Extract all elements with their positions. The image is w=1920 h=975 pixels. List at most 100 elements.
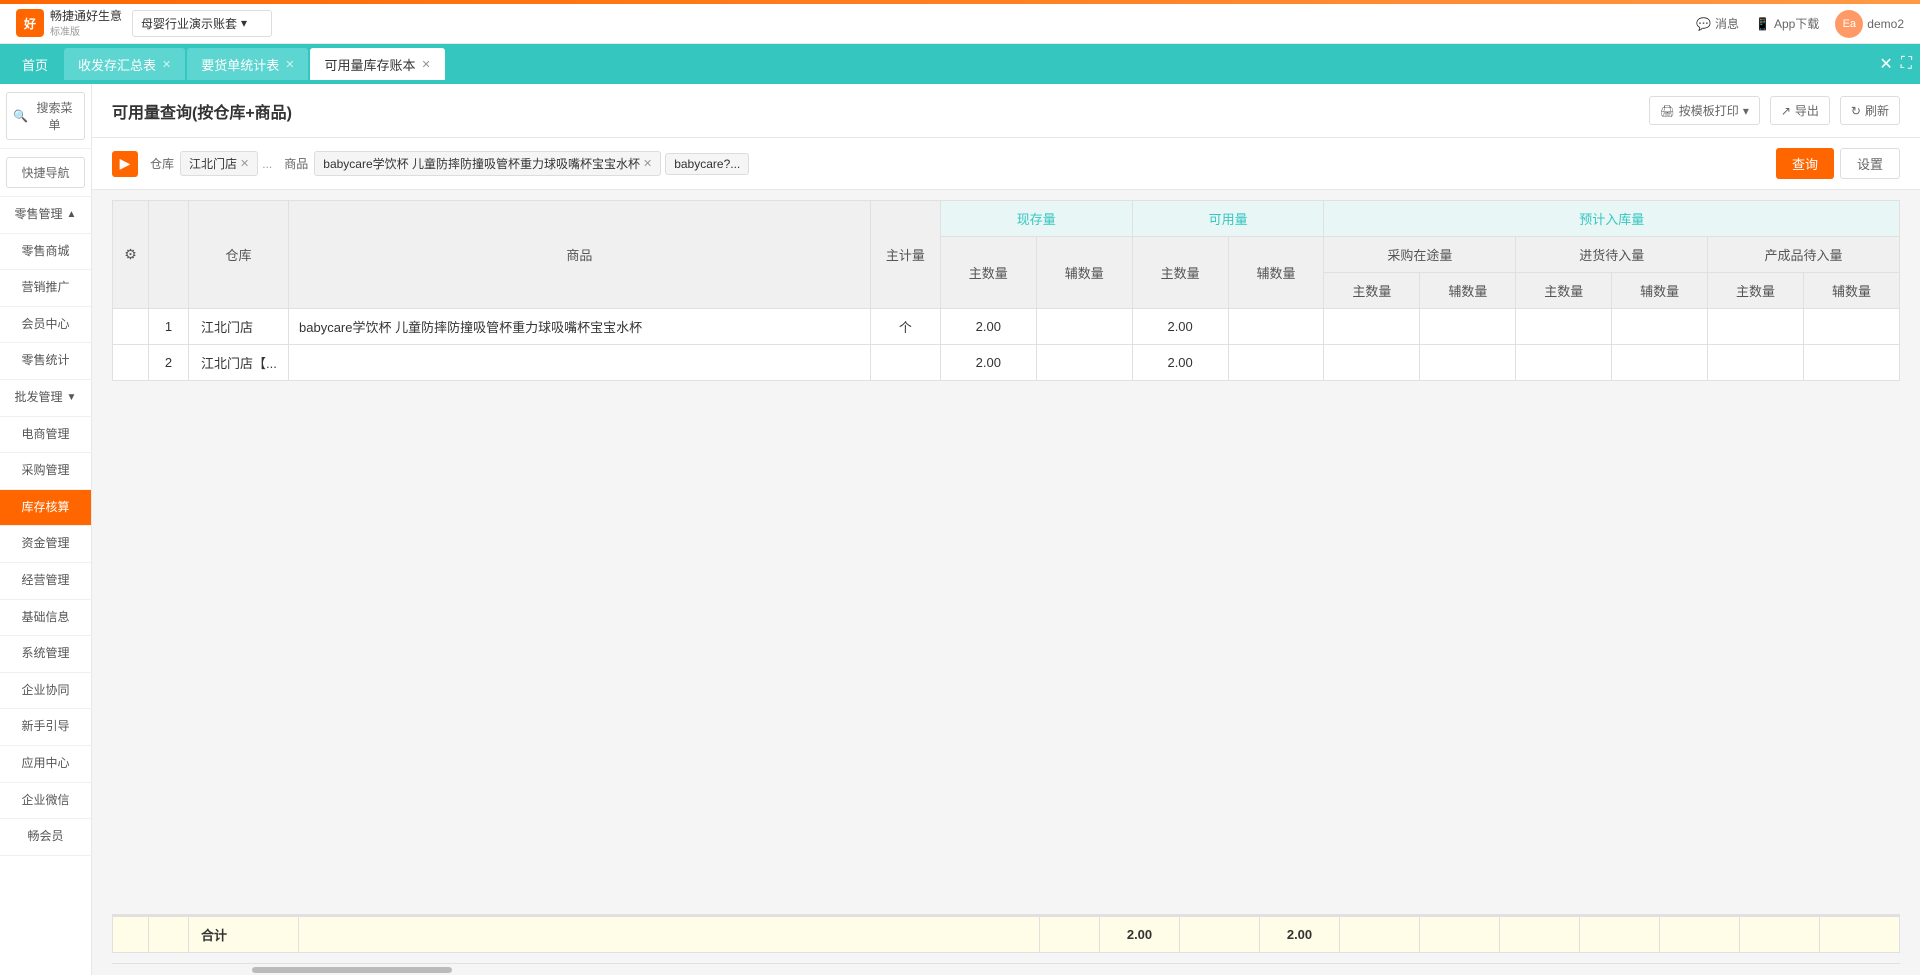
cell-avail-main-0: 2.00 [1132,309,1228,345]
settings-btn[interactable]: 设置 [1840,148,1900,179]
search-icon: 🔍 [13,109,28,123]
avatar: Ea [1835,10,1863,38]
product-filter-tags: babycare学饮杯 儿童防摔防撞吸管杯重力球吸嘴杯宝宝水杯 ✕ babyca… [314,151,749,176]
sidebar-item-ecommerce[interactable]: 电商管理 [0,417,91,454]
summary-available-qty: 2.00 [1260,917,1340,953]
summary-empty-4 [1040,917,1100,953]
refresh-btn[interactable]: ↻ 刷新 [1840,96,1900,125]
export-btn[interactable]: ↗ 导出 [1770,96,1830,125]
warehouse-tag-close[interactable]: ✕ [240,157,249,170]
chevron-down-icon-3: ▾ [1743,104,1749,118]
tab-available-stock-close[interactable]: ✕ [422,58,431,71]
sidebar-item-marketing[interactable]: 营销推广 [0,270,91,307]
tab-home[interactable]: 首页 [8,48,62,80]
th-stock-main-aux: 辅数量 [1036,237,1132,309]
sidebar-item-member[interactable]: 畅会员 [0,819,91,856]
summary-p2 [1500,917,1580,953]
sidebar-item-enterprise-wechat-label: 企业微信 [21,793,69,809]
cell-prod-aux-1 [1804,345,1900,381]
cell-unit-0: 个 [870,309,940,345]
user-profile[interactable]: Ea demo2 [1835,10,1904,38]
sidebar-search: 🔍 搜索菜单 [0,84,91,149]
th-warehouse: 仓库 [189,201,289,309]
warehouse-filter-more[interactable]: ... [262,157,272,171]
cell-pur-aux-1 [1420,345,1516,381]
chevron-down-icon: ▾ [241,16,247,30]
search-menu-btn[interactable]: 🔍 搜索菜单 [6,92,85,140]
sidebar-item-system[interactable]: 系统管理 [0,636,91,673]
sidebar-item-retail-mgmt[interactable]: 零售管理 ▲ [0,197,91,234]
sidebar-item-app-center[interactable]: 应用中心 [0,746,91,783]
tab-order-stats-close[interactable]: ✕ [285,58,294,71]
sidebar-item-new-guide-label: 新手引导 [21,719,69,735]
message-btn[interactable]: 💬 消息 [1696,15,1739,32]
topbar-right: 💬 消息 📱 App下载 Ea demo2 [1696,10,1904,38]
tab-receive-summary[interactable]: 收发存汇总表 ✕ [64,48,185,80]
page-header: 可用量查询(按仓库+商品) 🖨 按模板打印 ▾ ↗ 导出 ↻ 刷新 [92,84,1920,138]
sidebar-item-retail-stats[interactable]: 零售统计 [0,343,91,380]
cell-stock-aux-1 [1036,345,1132,381]
sidebar-item-new-guide[interactable]: 新手引导 [0,709,91,746]
sidebar-item-inventory-label: 库存核算 [21,500,69,516]
summary-empty-1 [113,917,149,953]
sidebar-item-purchase[interactable]: 采购管理 [0,453,91,490]
sidebar-item-operations-label: 经营管理 [21,573,69,589]
tab-order-stats[interactable]: 要货单统计表 ✕ [187,48,308,80]
print-template-btn[interactable]: 🖨 按模板打印 ▾ [1649,96,1760,125]
print-icon: 🖨 [1660,104,1675,118]
cell-prod-aux-0 [1804,309,1900,345]
cell-pur-main-1 [1324,345,1420,381]
sidebar: 🔍 搜索菜单 快捷导航 零售管理 ▲ 零售商城 营销推广 会员中心 零售统计 批… [0,84,92,975]
product-filter-group: 商品 babycare学饮杯 儿童防摔防撞吸管杯重力球吸嘴杯宝宝水杯 ✕ bab… [284,151,749,176]
export-label: 导出 [1795,102,1819,119]
horizontal-scrollbar[interactable] [112,963,1900,975]
sidebar-item-enterprise-collab[interactable]: 企业协同 [0,673,91,710]
warehouse-filter-tags: 江北门店 ✕ ... [180,151,272,176]
th-incoming-group: 进货待入量 [1516,237,1708,273]
close-all-tabs-btn[interactable]: ✕ [1879,54,1892,74]
sidebar-item-operations[interactable]: 经营管理 [0,563,91,600]
sidebar-item-retail-mgmt-label: 零售管理 [15,207,63,223]
tab-receive-summary-label: 收发存汇总表 [78,55,156,74]
cell-in-aux-1 [1612,345,1708,381]
table-settings-icon[interactable]: ⚙ [124,246,137,262]
th-available-group: 可用量 [1132,201,1324,237]
filter-toggle-btn[interactable]: ▶ [112,151,138,177]
th-settings: ⚙ [113,201,149,309]
sidebar-item-finance[interactable]: 资金管理 [0,526,91,563]
cell-product-0: babycare学饮杯 儿童防摔防撞吸管杯重力球吸嘴杯宝宝水杯 [289,309,871,345]
refresh-label: 刷新 [1865,102,1889,119]
maximize-btn[interactable]: ⛶ [1901,55,1912,73]
cell-stock-aux-0 [1036,309,1132,345]
tab-receive-summary-close[interactable]: ✕ [162,58,171,71]
sidebar-item-wholesale-mgmt[interactable]: 批发管理 ▼ [0,380,91,417]
product-tag-1-close[interactable]: ✕ [643,157,652,170]
sidebar-item-enterprise-collab-label: 企业协同 [21,683,69,699]
sidebar-item-basic-info[interactable]: 基础信息 [0,600,91,637]
app-download-btn[interactable]: 📱 App下载 [1755,15,1819,32]
quick-nav-btn[interactable]: 快捷导航 [6,157,85,188]
cell-warehouse-0: 江北门店 [189,309,289,345]
nav-tabs: 首页 收发存汇总表 ✕ 要货单统计表 ✕ 可用量库存账本 ✕ ✕ ⛶ [0,44,1920,84]
warehouse-tag-text: 江北门店 [189,155,237,172]
table-container: ⚙ 仓库 商品 主计量 现存量 可用量 预计入库量 主数量 辅数量 主数量 [92,190,1920,914]
th-incoming-main: 主数量 [1516,273,1612,309]
query-btn[interactable]: 查询 [1776,148,1834,179]
cell-warehouse-1: 江北门店【... [189,345,289,381]
export-icon: ↗ [1781,104,1791,118]
filter-bar: ▶ 仓库 江北门店 ✕ ... 商品 babycare学饮杯 儿童防摔防撞吸管杯… [92,138,1920,190]
th-product: 商品 [289,201,871,309]
sidebar-item-retail-mall[interactable]: 零售商城 [0,234,91,271]
sidebar-item-member-center[interactable]: 会员中心 [0,307,91,344]
sidebar-item-enterprise-wechat[interactable]: 企业微信 [0,783,91,820]
summary-p4 [1660,917,1740,953]
tab-available-stock[interactable]: 可用量库存账本 ✕ [310,48,444,80]
search-menu-label: 搜索菜单 [31,99,78,133]
store-selector[interactable]: 母婴行业演示账套 ▾ [132,10,272,37]
th-production-aux: 辅数量 [1804,273,1900,309]
th-incoming-aux: 辅数量 [1612,273,1708,309]
cell-num-0: 1 [149,309,189,345]
sidebar-item-inventory[interactable]: 库存核算 [0,490,91,527]
summary-p5 [1740,917,1820,953]
cell-product-1 [289,345,871,381]
